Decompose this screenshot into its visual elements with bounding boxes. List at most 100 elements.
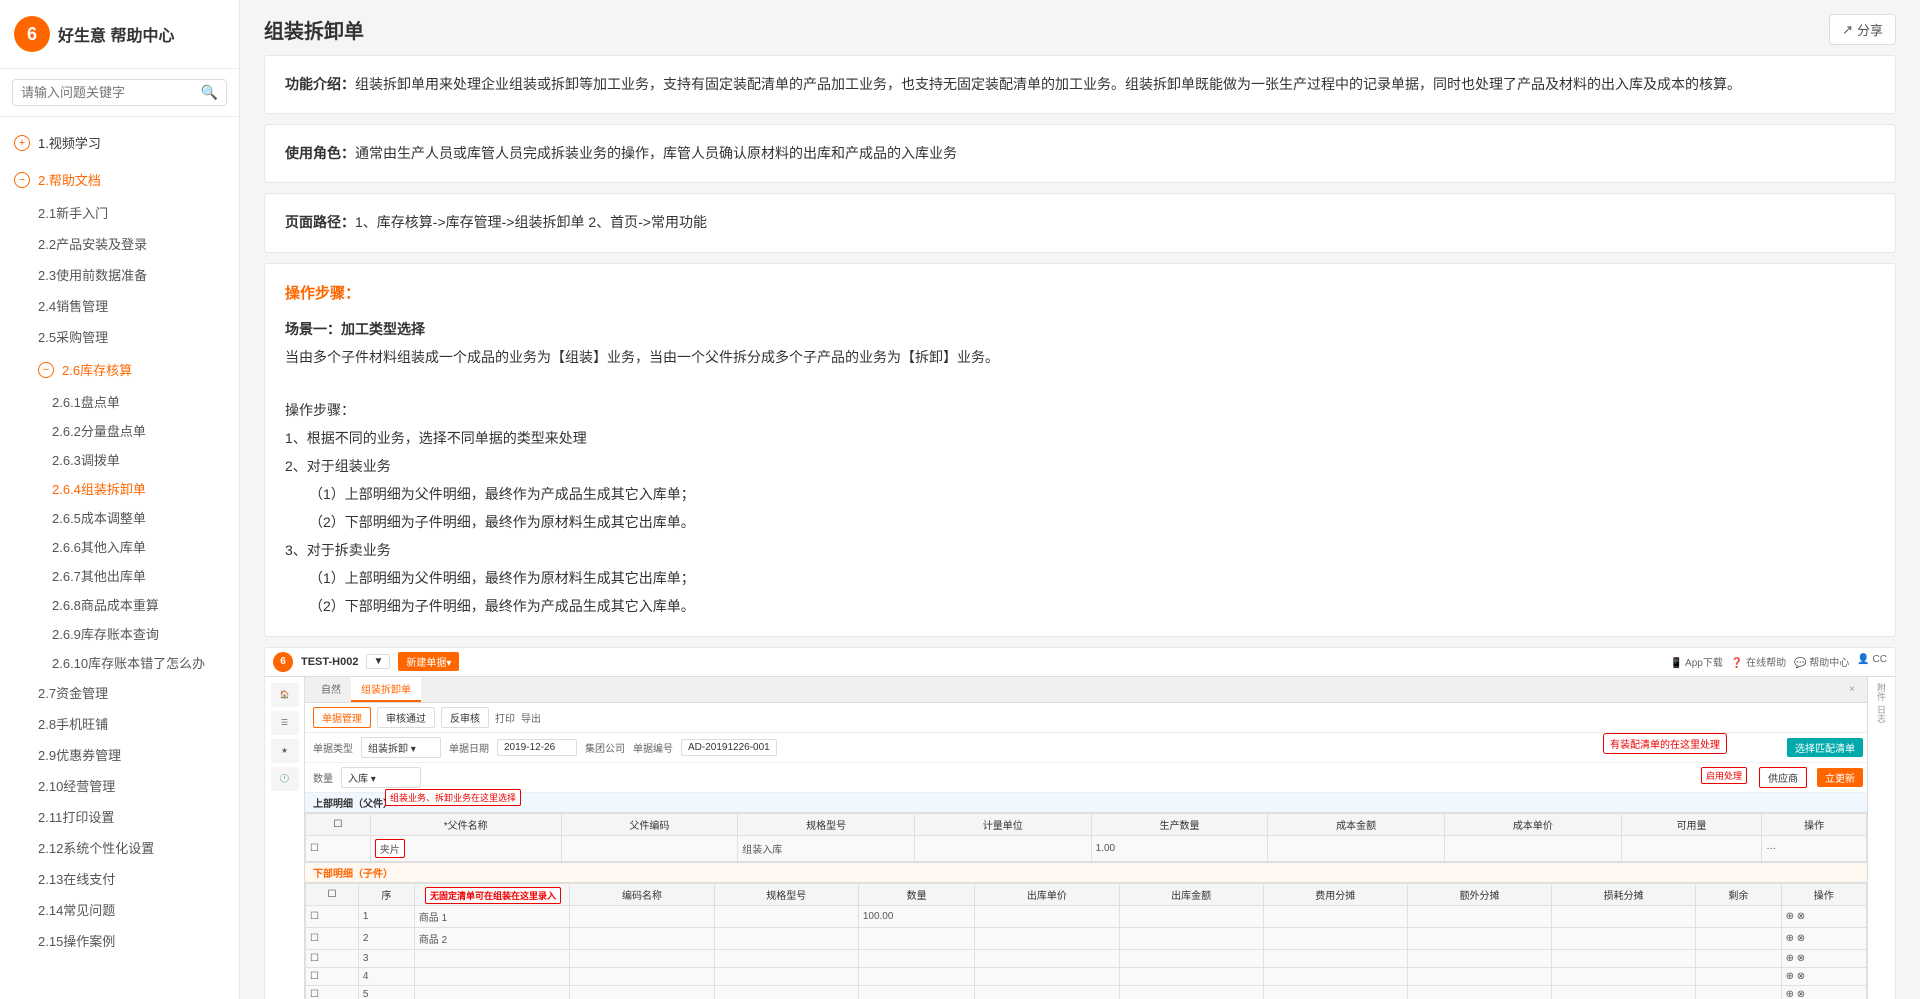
sim-doc-type-input[interactable]: 组装拆卸 ▾ bbox=[361, 737, 441, 758]
sim-upper-cell-unit-1 bbox=[914, 835, 1091, 861]
sim-field-row: 单据类型 组装拆卸 ▾ 单据日期 2019-12-26 集团公司 单据编号 AD… bbox=[305, 733, 1867, 763]
sim-tab-home[interactable]: 自然 bbox=[311, 677, 351, 702]
sim-type-row: 数量 入库 ▾ 组装业务、拆卸业务在这里选择 启用处理 供应商 bbox=[305, 763, 1867, 793]
sim-low-col-spec: 规格型号 bbox=[714, 883, 858, 905]
sidebar-item-operations[interactable]: 2.10经营管理 bbox=[30, 770, 239, 801]
sim-clock-icon[interactable]: 🕐 bbox=[271, 767, 299, 791]
annotation-type: 组装业务、拆卸业务在这里选择 bbox=[385, 789, 521, 806]
screenshot-container: 6 TEST-H002 ▼ 新建单据▾ 📱 App下载 ❓ 在线帮助 💬 帮助中… bbox=[264, 647, 1896, 999]
sim-right-icon-2[interactable]: 日志 bbox=[1875, 705, 1888, 723]
sidebar-item-mobile[interactable]: 2.8手机旺铺 bbox=[30, 708, 239, 739]
sim-tabs: 自然 组装拆卸单 × bbox=[305, 677, 1867, 703]
sidebar-item-finance[interactable]: 2.7资金管理 bbox=[30, 677, 239, 708]
sim-left-sidebar: 🏠 ☰ ★ 🕐 bbox=[265, 677, 305, 999]
sidebar-logo: 6 好生意 帮助中心 bbox=[0, 0, 239, 69]
sim-qty-input[interactable]: 入库 ▾ bbox=[341, 767, 421, 788]
sidebar-item-online-pay[interactable]: 2.13在线支付 bbox=[30, 863, 239, 894]
sim-btn-new[interactable]: 单据管理 bbox=[313, 707, 371, 728]
sim-low-col-check: ☐ bbox=[306, 883, 359, 905]
sidebar-item-ledger-error[interactable]: 2.6.10库存账本错了怎么办 bbox=[44, 648, 239, 677]
sim-app-store-icon: 📱 App下载 bbox=[1670, 654, 1722, 669]
sim-store-label: 集团公司 bbox=[585, 740, 625, 755]
sim-help-icon: ❓ 在线帮助 bbox=[1731, 654, 1786, 669]
sidebar-item-partial-stocktake[interactable]: 2.6.2分量盘点单 bbox=[44, 416, 239, 445]
sim-low-col-extra: 额外分摊 bbox=[1407, 883, 1551, 905]
sim-home-icon[interactable]: 🏠 bbox=[271, 683, 299, 707]
sidebar-item-inventory-ledger[interactable]: 2.6.9库存账本查询 bbox=[44, 619, 239, 648]
sim-btn-export[interactable]: 导出 bbox=[521, 710, 541, 725]
sim-tab-assembly[interactable]: 组装拆卸单 bbox=[351, 677, 421, 702]
ops-steps-card: 操作步骤： 场景一：加工类型选择 当由多个子件材料组装成一个成品的业务为【组装】… bbox=[264, 263, 1896, 637]
search-icon[interactable]: 🔍 bbox=[201, 84, 218, 101]
annotation-enable: 启用处理 bbox=[1701, 767, 1747, 784]
sim-low-col-code: 编码名称 bbox=[570, 883, 714, 905]
sim-docno-label: 单据编号 bbox=[633, 740, 673, 755]
sidebar-item-other-in[interactable]: 2.6.6其他入库单 bbox=[44, 532, 239, 561]
sim-dropdown[interactable]: ▼ bbox=[366, 654, 390, 669]
sidebar-item-video-learning[interactable]: + 1.视频学习 bbox=[0, 125, 239, 160]
sidebar-item-other-out[interactable]: 2.6.7其他出库单 bbox=[44, 561, 239, 590]
sidebar-item-cases[interactable]: 2.15操作案例 bbox=[30, 925, 239, 956]
main-header: 组装拆卸单 ↗ 分享 bbox=[240, 0, 1920, 55]
sim-enable-box[interactable]: 供应商 bbox=[1759, 767, 1807, 788]
sim-new-doc-btn[interactable]: 新建单据▾ bbox=[398, 652, 459, 671]
sidebar-item-faq[interactable]: 2.14常见问题 bbox=[30, 894, 239, 925]
sim-star-icon[interactable]: ★ bbox=[271, 739, 299, 763]
sim-docno-input[interactable]: AD-20191226-001 bbox=[681, 739, 777, 756]
sidebar-item-help-docs[interactable]: − 2.帮助文档 bbox=[0, 162, 239, 197]
sidebar: 6 好生意 帮助中心 🔍 + 1.视频学习 − 2.帮助文档 2.1新手入门 2… bbox=[0, 0, 240, 999]
role-text: 使用角色：通常由生产人员或库管人员完成拆装业务的操作，库管人员确认原材料的出库和… bbox=[285, 141, 1875, 166]
step3-sub1: （1）上部明细为父件明细，最终作为原材料生成其它出库单； bbox=[285, 564, 1875, 592]
sidebar-item-newcomer[interactable]: 2.1新手入门 bbox=[30, 197, 239, 228]
sidebar-item-data-prep[interactable]: 2.3使用前数据准备 bbox=[30, 259, 239, 290]
sidebar-item-inventory[interactable]: − 2.6库存核算 bbox=[30, 352, 239, 387]
sidebar-item-customize[interactable]: 2.12系统个性化设置 bbox=[30, 832, 239, 863]
sim-confirm-btn: 立更新 bbox=[1817, 768, 1863, 787]
sim-date-label: 单据日期 bbox=[449, 740, 489, 755]
nav-sub-section-inventory: − 2.6库存核算 2.6.1盘点单 2.6.2分量盘点单 2.6.3调拨单 2… bbox=[30, 352, 239, 677]
sim-menu-icon[interactable]: ☰ bbox=[271, 711, 299, 735]
sim-lower-row-5: ☐5 ⊕ ⊗ bbox=[306, 985, 1867, 999]
search-box[interactable]: 🔍 bbox=[12, 79, 227, 106]
sim-doc-type-label: 单据类型 bbox=[313, 740, 353, 755]
sim-lower-section-label: 下部明细（子件） 无固定清单可在组装在这里录入 bbox=[305, 862, 1867, 883]
sim-btn-print[interactable]: 打印 bbox=[495, 710, 515, 725]
sim-confirm-action-btn[interactable]: 立更新 bbox=[1817, 768, 1863, 787]
sim-col-qty-unit: 计量单位 bbox=[914, 813, 1091, 835]
search-input[interactable] bbox=[21, 85, 201, 100]
sim-date-input[interactable]: 2019-12-26 bbox=[497, 739, 577, 756]
sim-lower-row-1: ☐1 商品 1 100.00 ⊕ ⊗ bbox=[306, 905, 1867, 927]
inventory-sub-items: 2.6.1盘点单 2.6.2分量盘点单 2.6.3调拨单 2.6.4组装拆卸单 … bbox=[30, 387, 239, 677]
sim-col-action: 操作 bbox=[1762, 813, 1867, 835]
step2-text: 2、对于组装业务 bbox=[285, 452, 1875, 480]
sidebar-item-assembly[interactable]: 2.6.4组装拆卸单 bbox=[44, 474, 239, 503]
sim-btn-reverse[interactable]: 反审核 bbox=[441, 707, 489, 728]
sidebar-item-cost-recalc[interactable]: 2.6.8商品成本重算 bbox=[44, 590, 239, 619]
sim-service-icon: 💬 帮助中心 bbox=[1794, 654, 1849, 669]
sim-col-code: 父件编码 bbox=[561, 813, 738, 835]
sim-upper-cell-name-1: 夹片 bbox=[370, 835, 561, 861]
sim-name-input-box[interactable]: 夹片 bbox=[375, 839, 405, 858]
sidebar-item-sales[interactable]: 2.4销售管理 bbox=[30, 290, 239, 321]
sim-tab-controls: × bbox=[1849, 677, 1861, 702]
sim-select-bom-btn[interactable]: 选择匹配清单 bbox=[1787, 738, 1863, 757]
sim-toolbar: 单据管理 审核通过 反审核 打印 导出 bbox=[305, 703, 1867, 733]
sim-upper-table: ☐ *父件名称 父件编码 规格型号 计量单位 生产数量 成本金额 成本单价 可用 bbox=[305, 813, 1867, 862]
sidebar-item-stocktake[interactable]: 2.6.1盘点单 bbox=[44, 387, 239, 416]
sim-btn-approve[interactable]: 审核通过 bbox=[377, 707, 435, 728]
sim-user-icon: 👤 CC bbox=[1857, 654, 1887, 669]
sidebar-item-print[interactable]: 2.11打印设置 bbox=[30, 801, 239, 832]
scene-heading: 场景一：加工类型选择 bbox=[285, 315, 1875, 343]
annotation-no-bom: 无固定清单可在组装在这里录入 bbox=[425, 887, 561, 904]
sidebar-item-transfer[interactable]: 2.6.3调拨单 bbox=[44, 445, 239, 474]
sidebar-item-purchase[interactable]: 2.5采购管理 bbox=[30, 321, 239, 352]
sim-col-cost: 成本金额 bbox=[1268, 813, 1445, 835]
sim-content: 🏠 ☰ ★ 🕐 自然 组装拆卸单 × bbox=[265, 677, 1895, 999]
sim-close-icon[interactable]: × bbox=[1849, 684, 1855, 695]
share-button[interactable]: ↗ 分享 bbox=[1829, 14, 1896, 45]
sidebar-item-install[interactable]: 2.2产品安装及登录 bbox=[30, 228, 239, 259]
page-title: 组装拆卸单 bbox=[264, 15, 364, 44]
sidebar-item-coupon[interactable]: 2.9优惠券管理 bbox=[30, 739, 239, 770]
sim-right-icon-1[interactable]: 附件 bbox=[1875, 683, 1888, 701]
sidebar-item-cost-adjust[interactable]: 2.6.5成本调整单 bbox=[44, 503, 239, 532]
